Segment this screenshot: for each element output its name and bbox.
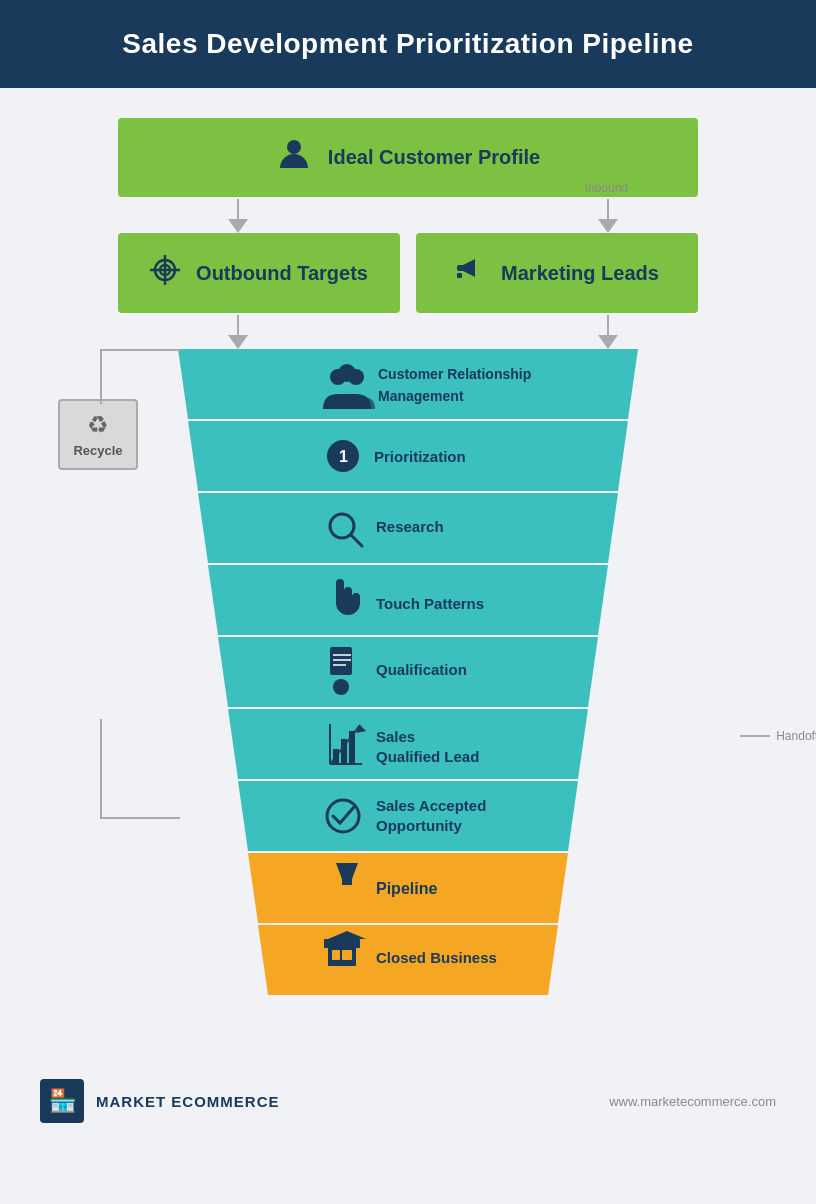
svg-rect-49 — [332, 950, 340, 960]
store-logo-icon: 🏪 — [49, 1088, 76, 1114]
footer-logo: 🏪 — [40, 1079, 84, 1123]
svg-rect-50 — [342, 950, 352, 960]
svg-marker-12 — [238, 781, 578, 851]
svg-text:Touch Patterns: Touch Patterns — [376, 595, 484, 612]
svg-point-0 — [287, 140, 301, 154]
svg-text:Sales Accepted: Sales Accepted — [376, 797, 486, 814]
svg-marker-6 — [178, 349, 638, 419]
svg-text:Management: Management — [378, 388, 464, 404]
main-content: Ideal Customer Profile Inbound — [0, 88, 816, 1049]
svg-rect-46 — [342, 879, 352, 885]
svg-point-28 — [333, 679, 349, 695]
svg-text:Research: Research — [376, 518, 444, 535]
svg-rect-51 — [324, 939, 360, 948]
funnel-svg: Customer Relationship Management 1 Prior… — [118, 349, 698, 1029]
recycle-box: ♻ Recycle — [58, 399, 138, 470]
recycle-icon: ♻ — [87, 411, 109, 439]
target-icon — [150, 255, 180, 292]
svg-rect-5 — [457, 273, 462, 278]
svg-text:Closed Business: Closed Business — [376, 949, 497, 966]
svg-rect-27 — [330, 647, 352, 675]
outbound-box: Outbound Targets — [118, 233, 400, 313]
page-title: Sales Development Prioritization Pipelin… — [40, 28, 776, 60]
svg-point-17 — [338, 364, 356, 382]
header: Sales Development Prioritization Pipelin… — [0, 0, 816, 88]
person-icon — [276, 136, 312, 179]
svg-text:1: 1 — [339, 448, 348, 465]
icp-label: Ideal Customer Profile — [328, 146, 540, 169]
marketing-label: Marketing Leads — [501, 262, 659, 285]
svg-text:Qualified Lead: Qualified Lead — [376, 748, 479, 765]
footer: 🏪 MARKET ECOMMERCE www.marketecommerce.c… — [0, 1059, 816, 1133]
megaphone-icon — [455, 255, 485, 292]
funnel-wrapper: ♻ Recycle Handoff — [78, 349, 738, 1029]
svg-text:Pipeline: Pipeline — [376, 880, 437, 897]
inbound-label: Inbound — [585, 181, 628, 195]
page-wrapper: Sales Development Prioritization Pipelin… — [0, 0, 816, 1163]
handoff-label: Handoff — [776, 729, 816, 743]
svg-text:Customer Relationship: Customer Relationship — [378, 366, 531, 382]
svg-text:Prioritization: Prioritization — [374, 448, 466, 465]
two-boxes-row: Outbound Targets Marketing Leads — [118, 233, 698, 313]
svg-text:Opportunity: Opportunity — [376, 817, 462, 834]
svg-text:Qualification: Qualification — [376, 661, 467, 678]
footer-url: www.marketecommerce.com — [609, 1094, 776, 1109]
brand-name: MARKET ECOMMERCE — [96, 1093, 280, 1110]
footer-brand: 🏪 MARKET ECOMMERCE — [40, 1079, 280, 1123]
marketing-box: Marketing Leads — [416, 233, 698, 313]
recycle-label: Recycle — [73, 443, 122, 458]
svg-text:Sales: Sales — [376, 728, 415, 745]
outbound-label: Outbound Targets — [196, 262, 368, 285]
